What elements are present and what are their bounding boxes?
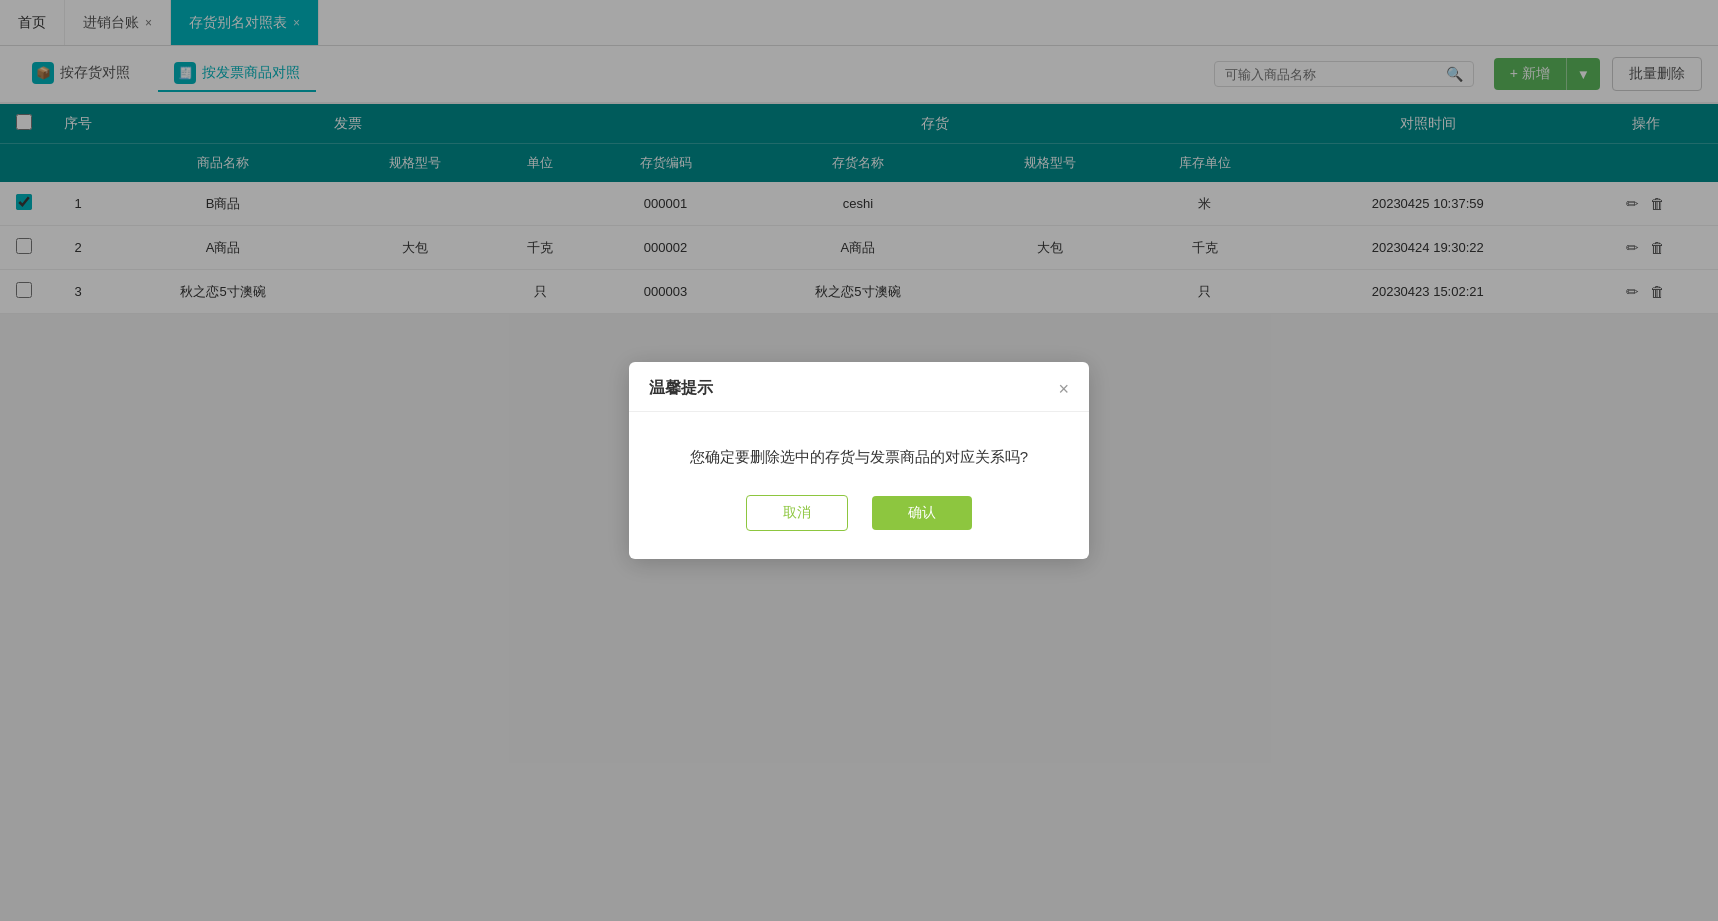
- dialog-overlay: 温馨提示 × 您确定要删除选中的存货与发票商品的对应关系吗? 取消 确认: [0, 0, 1718, 314]
